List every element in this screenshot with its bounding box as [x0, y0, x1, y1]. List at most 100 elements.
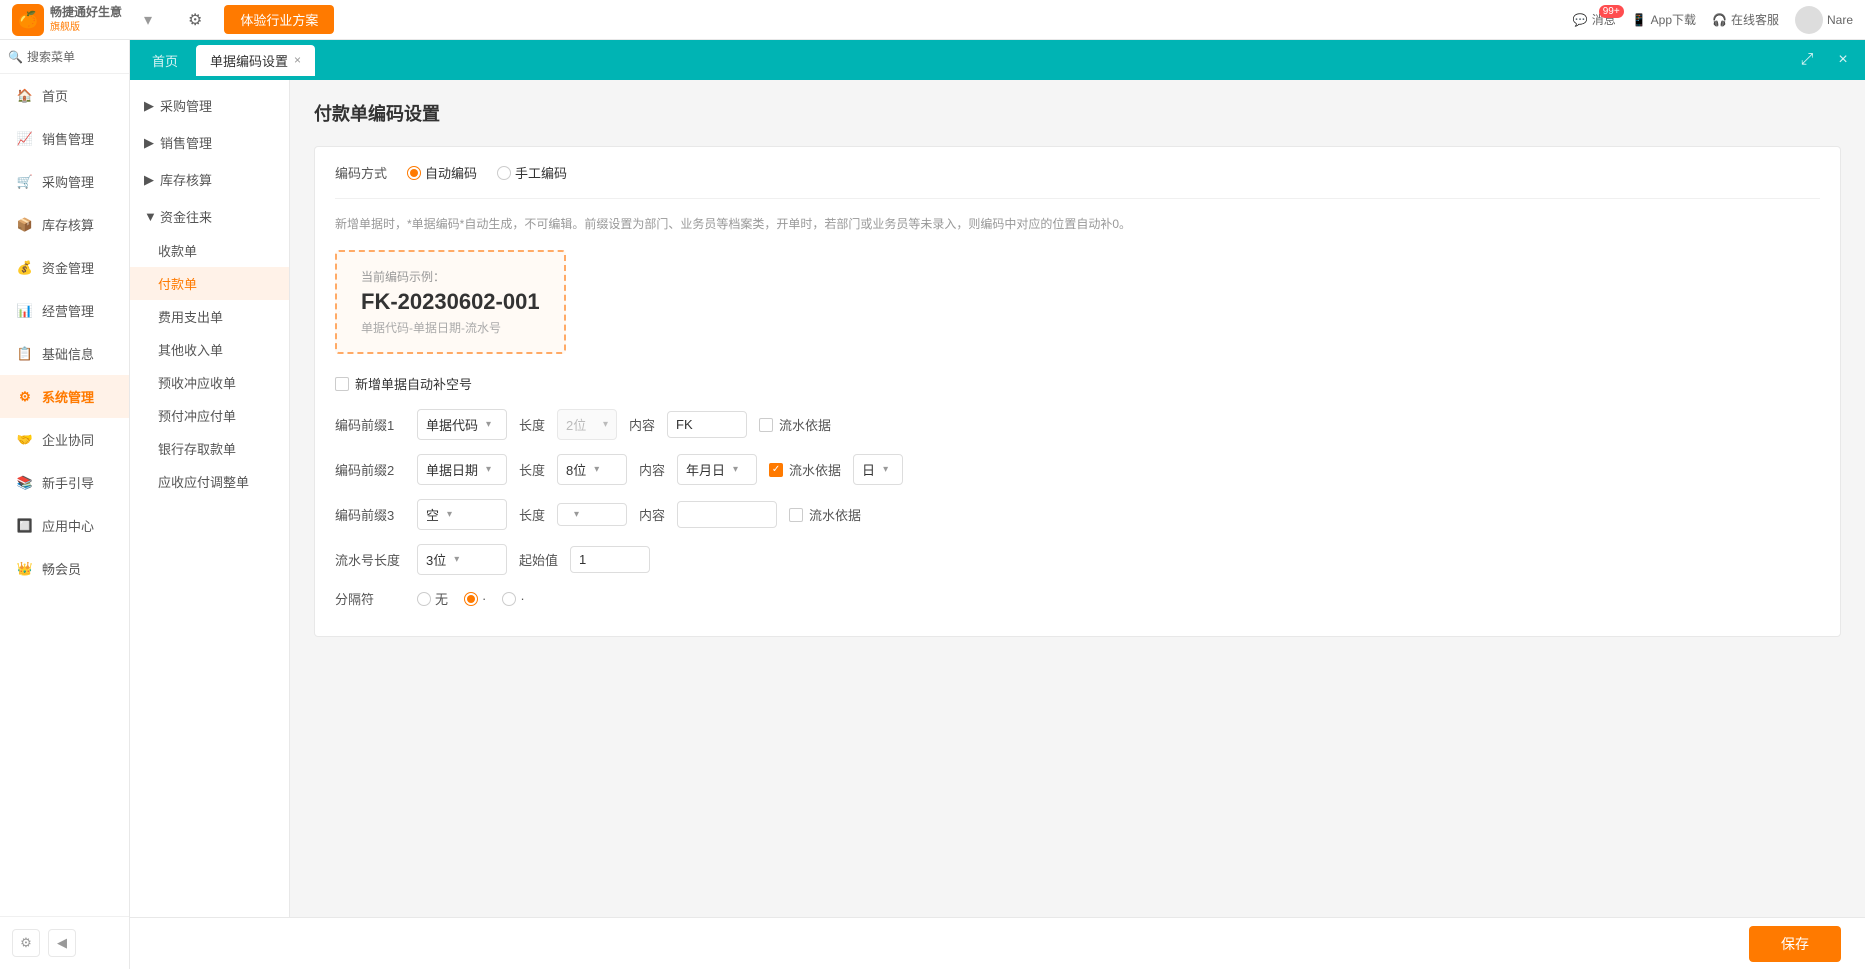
prefix3-length-select[interactable]: ▾: [557, 503, 627, 526]
prefix2-content-label: 内容: [639, 460, 665, 479]
sidebar-item-sales[interactable]: 📈 销售管理: [0, 117, 129, 160]
prefix3-length-label: 长度: [519, 505, 545, 524]
top-bar: 🍊 畅捷通好生意 旗舰版 ▾ ⚙ 体验行业方案 💬 消息 99+ 📱 App下载…: [0, 0, 1865, 40]
sep-dot-radio[interactable]: [464, 592, 478, 606]
save-button[interactable]: 保存: [1749, 926, 1841, 962]
sidebar-settings-btn[interactable]: ⚙: [12, 929, 40, 957]
sidebar-item-home[interactable]: 🏠 首页: [0, 74, 129, 117]
sep-dot-option[interactable]: ·: [464, 591, 486, 606]
guide-icon: 📚: [16, 474, 34, 492]
sub-nav-item-receipt[interactable]: 收款单: [130, 234, 289, 267]
apps-icon: 🔲: [16, 517, 34, 535]
close-window-btn[interactable]: ×: [1829, 46, 1857, 74]
serial-length-select[interactable]: 3位 ▾: [417, 544, 507, 575]
prefix1-content-label: 内容: [629, 415, 655, 434]
sidebar-bottom: ⚙ ◀: [0, 916, 129, 969]
radio-inner: [410, 169, 418, 177]
start-value-input[interactable]: [570, 546, 650, 573]
info-text: 新增单据时，*单据编码*自动生成，不可编辑。前缀设置为部门、业务员等档案类，开单…: [335, 215, 1820, 234]
sidebar-item-system[interactable]: ⚙ 系统管理: [0, 375, 129, 418]
sub-nav-item-bank[interactable]: 银行存取款单: [130, 432, 289, 465]
prefix3-content-input[interactable]: [677, 501, 777, 528]
headset-icon: 🎧: [1712, 13, 1727, 27]
prefix3-select[interactable]: 空 ▾: [417, 499, 507, 530]
app-download-icon: 📱: [1632, 13, 1647, 27]
auto-code-radio[interactable]: [407, 166, 421, 180]
message-btn[interactable]: 💬 消息 99+: [1573, 11, 1616, 28]
sep-dash-radio[interactable]: [502, 592, 516, 606]
sidebar-item-operation[interactable]: 📊 经营管理: [0, 289, 129, 332]
sub-nav-item-payment[interactable]: 付款单: [130, 267, 289, 300]
chevron-down-icon-p1: ▾: [486, 419, 491, 430]
auto-code-option[interactable]: 自动编码: [407, 163, 477, 182]
tab-bar: 首页 单据编码设置 × ⤢ ×: [130, 40, 1865, 80]
chevron-right-icon: ▶: [144, 98, 156, 114]
prefix1-row: 编码前缀1 单据代码 ▾ 长度 2位 ▾ 内容: [335, 409, 1820, 440]
sep-none-radio[interactable]: [417, 592, 431, 606]
sidebar-item-inventory[interactable]: 📦 库存核算: [0, 203, 129, 246]
serial-length-label: 流水号长度: [335, 550, 405, 569]
prefix1-serial-checkbox[interactable]: [759, 418, 773, 432]
sep-dash-option[interactable]: ·: [502, 591, 524, 606]
chevron-down-icon-l3: ▾: [574, 509, 579, 520]
sub-nav-item-pre-payment[interactable]: 预付冲应付单: [130, 399, 289, 432]
sep-none-option[interactable]: 无: [417, 589, 448, 608]
sidebar-item-basic[interactable]: 📋 基础信息: [0, 332, 129, 375]
main-layout: 🔍 搜索菜单 🏠 首页 📈 销售管理 🛒 采购管理 📦 库存核算 💰 资金管理 …: [0, 40, 1865, 969]
prefix2-select[interactable]: 单据日期 ▾: [417, 454, 507, 485]
sidebar-item-enterprise[interactable]: 🤝 企业协同: [0, 418, 129, 461]
prefix1-length-input: 2位 ▾: [557, 409, 617, 440]
sidebar-item-finance[interactable]: 💰 资金管理: [0, 246, 129, 289]
tab-bar-actions: ⤢ ×: [1793, 46, 1857, 74]
prefix2-serial-select[interactable]: 日 ▾: [853, 454, 903, 485]
prefix1-content-input[interactable]: [667, 411, 747, 438]
chevron-right-icon-2: ▶: [144, 135, 156, 151]
sidebar-collapse-btn[interactable]: ◀: [48, 929, 76, 957]
dropdown-btn[interactable]: ▾: [130, 6, 166, 34]
user-avatar[interactable]: Nare: [1795, 6, 1853, 34]
app-logo: 🍊 畅捷通好生意 旗舰版: [12, 4, 122, 36]
tab-close-btn[interactable]: ×: [294, 53, 301, 67]
prefix3-serial-checkbox[interactable]: [789, 508, 803, 522]
prefix2-label: 编码前缀2: [335, 460, 405, 479]
app-download-btn[interactable]: 📱 App下载: [1632, 11, 1696, 28]
sidebar-item-purchase[interactable]: 🛒 采购管理: [0, 160, 129, 203]
chevron-down-icon: ▼: [144, 209, 156, 224]
sub-nav-purchase-title[interactable]: ▶ 采购管理: [130, 88, 289, 123]
tab-current[interactable]: 单据编码设置 ×: [196, 45, 315, 76]
sub-nav-sales-title[interactable]: ▶ 销售管理: [130, 125, 289, 160]
search-menu-btn[interactable]: 🔍 搜索菜单: [0, 40, 129, 74]
prefix2-content-select[interactable]: 年月日 ▾: [677, 454, 757, 485]
prefix3-row: 编码前缀3 空 ▾ 长度 ▾ 内容: [335, 499, 1820, 530]
settings-btn[interactable]: ⚙: [174, 6, 216, 34]
sub-nav: ▶ 采购管理 ▶ 销售管理 ▶ 库存核算: [130, 80, 290, 917]
prefix2-length-select[interactable]: 8位 ▾: [557, 454, 627, 485]
expand-btn[interactable]: ⤢: [1793, 46, 1821, 74]
manual-code-radio[interactable]: [497, 166, 511, 180]
prefix1-select[interactable]: 单据代码 ▾: [417, 409, 507, 440]
sub-nav-item-pre-receipt[interactable]: 预收冲应收单: [130, 366, 289, 399]
online-service-btn[interactable]: 🎧 在线客服: [1712, 11, 1779, 28]
separator-label: 分隔符: [335, 589, 405, 608]
prefix3-serial-group: 流水依据: [789, 505, 861, 524]
sidebar-item-guide[interactable]: 📚 新手引导: [0, 461, 129, 504]
sidebar-item-member[interactable]: 👑 畅会员: [0, 547, 129, 590]
search-icon: 🔍: [8, 50, 23, 64]
auto-fill-checkbox[interactable]: [335, 377, 349, 391]
trial-btn[interactable]: 体验行业方案: [224, 5, 334, 34]
operation-icon: 📊: [16, 302, 34, 320]
start-value-label: 起始值: [519, 550, 558, 569]
sub-nav-inventory-title[interactable]: ▶ 库存核算: [130, 162, 289, 197]
prefix1-serial-group: 流水依据: [759, 415, 831, 434]
sidebar-item-apps[interactable]: 🔲 应用中心: [0, 504, 129, 547]
coding-method-label: 编码方式: [335, 163, 387, 182]
sub-nav-item-expense[interactable]: 费用支出单: [130, 300, 289, 333]
sub-nav-item-income[interactable]: 其他收入单: [130, 333, 289, 366]
manual-code-option[interactable]: 手工编码: [497, 163, 567, 182]
sub-nav-item-adjustment[interactable]: 应收应付调整单: [130, 465, 289, 498]
preview-label: 当前编码示例：: [361, 268, 540, 285]
sub-nav-capital-title[interactable]: ▼ 资金往来: [130, 199, 289, 234]
prefix2-serial-checkbox[interactable]: ✓: [769, 463, 783, 477]
message-badge: 99+: [1599, 5, 1624, 18]
tab-home[interactable]: 首页: [138, 45, 192, 76]
